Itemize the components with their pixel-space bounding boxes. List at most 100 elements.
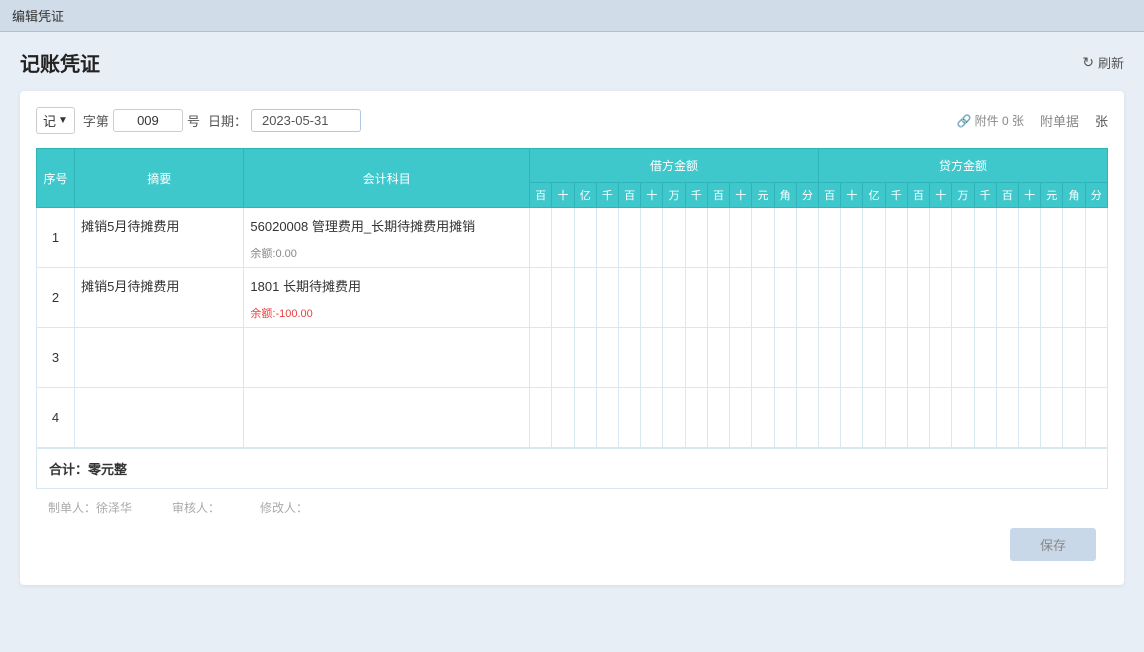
cell-credit-amount[interactable]: [974, 268, 996, 328]
cell-debit-amount[interactable]: [730, 388, 752, 448]
date-input[interactable]: [251, 109, 361, 132]
cell-credit-amount[interactable]: [907, 208, 929, 268]
cell-debit-amount[interactable]: [619, 328, 641, 388]
cell-debit-amount[interactable]: [530, 268, 552, 328]
cell-account[interactable]: 56020008 管理费用_长期待摊费用摊销余额:0.00: [244, 208, 530, 268]
cell-credit-amount[interactable]: [818, 208, 840, 268]
cell-debit-amount[interactable]: [774, 388, 796, 448]
cell-debit-amount[interactable]: [774, 328, 796, 388]
cell-debit-amount[interactable]: [752, 388, 774, 448]
cell-debit-amount[interactable]: [707, 328, 729, 388]
cell-debit-amount[interactable]: [663, 328, 685, 388]
cell-debit-amount[interactable]: [574, 388, 596, 448]
refresh-button[interactable]: ↻ 刷新: [1082, 53, 1124, 72]
cell-debit-amount[interactable]: [707, 208, 729, 268]
cell-credit-amount[interactable]: [1085, 388, 1107, 448]
cell-debit-amount[interactable]: [641, 208, 663, 268]
cell-credit-amount[interactable]: [1063, 208, 1085, 268]
cell-debit-amount[interactable]: [641, 268, 663, 328]
cell-credit-amount[interactable]: [1041, 268, 1063, 328]
cell-credit-amount[interactable]: [841, 328, 863, 388]
cell-debit-amount[interactable]: [796, 388, 818, 448]
cell-debit-amount[interactable]: [574, 328, 596, 388]
cell-summary[interactable]: [75, 328, 244, 388]
cell-credit-amount[interactable]: [841, 388, 863, 448]
cell-debit-amount[interactable]: [752, 268, 774, 328]
cell-credit-amount[interactable]: [1018, 328, 1040, 388]
cell-debit-amount[interactable]: [619, 268, 641, 328]
cell-credit-amount[interactable]: [818, 268, 840, 328]
cell-credit-amount[interactable]: [1063, 268, 1085, 328]
attach-link[interactable]: 🔗 附件 0 张: [957, 112, 1024, 129]
cell-credit-amount[interactable]: [885, 388, 907, 448]
cell-debit-amount[interactable]: [796, 208, 818, 268]
cell-credit-amount[interactable]: [996, 328, 1018, 388]
cell-debit-amount[interactable]: [596, 208, 618, 268]
cell-debit-amount[interactable]: [796, 268, 818, 328]
cell-credit-amount[interactable]: [996, 388, 1018, 448]
cell-credit-amount[interactable]: [930, 208, 952, 268]
cell-credit-amount[interactable]: [818, 328, 840, 388]
cell-credit-amount[interactable]: [974, 388, 996, 448]
cell-credit-amount[interactable]: [863, 388, 885, 448]
cell-credit-amount[interactable]: [1041, 328, 1063, 388]
cell-debit-amount[interactable]: [663, 268, 685, 328]
cell-debit-amount[interactable]: [730, 208, 752, 268]
cell-summary[interactable]: 摊销5月待摊费用: [75, 268, 244, 328]
attach-sheets[interactable]: 附单据: [1040, 111, 1079, 130]
cell-debit-amount[interactable]: [530, 388, 552, 448]
cell-credit-amount[interactable]: [996, 268, 1018, 328]
cell-credit-amount[interactable]: [1041, 208, 1063, 268]
cell-debit-amount[interactable]: [774, 208, 796, 268]
cell-credit-amount[interactable]: [863, 328, 885, 388]
cell-account[interactable]: [244, 388, 530, 448]
cell-credit-amount[interactable]: [1063, 328, 1085, 388]
cell-credit-amount[interactable]: [1018, 208, 1040, 268]
cell-debit-amount[interactable]: [796, 328, 818, 388]
cell-debit-amount[interactable]: [574, 268, 596, 328]
cell-debit-amount[interactable]: [552, 388, 574, 448]
cell-debit-amount[interactable]: [596, 268, 618, 328]
cell-account[interactable]: 1801 长期待摊费用余额:-100.00: [244, 268, 530, 328]
cell-debit-amount[interactable]: [774, 268, 796, 328]
cell-credit-amount[interactable]: [885, 208, 907, 268]
cell-credit-amount[interactable]: [841, 268, 863, 328]
cell-debit-amount[interactable]: [685, 328, 707, 388]
cell-debit-amount[interactable]: [596, 388, 618, 448]
cell-debit-amount[interactable]: [663, 208, 685, 268]
cell-credit-amount[interactable]: [818, 388, 840, 448]
cell-credit-amount[interactable]: [974, 328, 996, 388]
voucher-number-input[interactable]: [113, 109, 183, 132]
cell-credit-amount[interactable]: [841, 208, 863, 268]
cell-credit-amount[interactable]: [863, 208, 885, 268]
cell-debit-amount[interactable]: [752, 208, 774, 268]
cell-debit-amount[interactable]: [685, 388, 707, 448]
cell-credit-amount[interactable]: [1085, 268, 1107, 328]
cell-debit-amount[interactable]: [685, 268, 707, 328]
cell-credit-amount[interactable]: [885, 268, 907, 328]
cell-debit-amount[interactable]: [552, 268, 574, 328]
cell-credit-amount[interactable]: [1018, 388, 1040, 448]
cell-credit-amount[interactable]: [952, 388, 974, 448]
cell-debit-amount[interactable]: [552, 208, 574, 268]
cell-credit-amount[interactable]: [930, 328, 952, 388]
cell-summary[interactable]: 摊销5月待摊费用: [75, 208, 244, 268]
cell-debit-amount[interactable]: [752, 328, 774, 388]
cell-credit-amount[interactable]: [952, 268, 974, 328]
cell-debit-amount[interactable]: [641, 388, 663, 448]
cell-summary[interactable]: [75, 388, 244, 448]
cell-credit-amount[interactable]: [974, 208, 996, 268]
cell-debit-amount[interactable]: [619, 388, 641, 448]
cell-credit-amount[interactable]: [930, 268, 952, 328]
cell-credit-amount[interactable]: [1041, 388, 1063, 448]
cell-debit-amount[interactable]: [730, 268, 752, 328]
cell-debit-amount[interactable]: [707, 268, 729, 328]
cell-debit-amount[interactable]: [641, 328, 663, 388]
cell-debit-amount[interactable]: [685, 208, 707, 268]
cell-debit-amount[interactable]: [574, 208, 596, 268]
cell-credit-amount[interactable]: [952, 328, 974, 388]
cell-credit-amount[interactable]: [863, 268, 885, 328]
cell-debit-amount[interactable]: [530, 208, 552, 268]
cell-debit-amount[interactable]: [663, 388, 685, 448]
cell-credit-amount[interactable]: [1085, 328, 1107, 388]
